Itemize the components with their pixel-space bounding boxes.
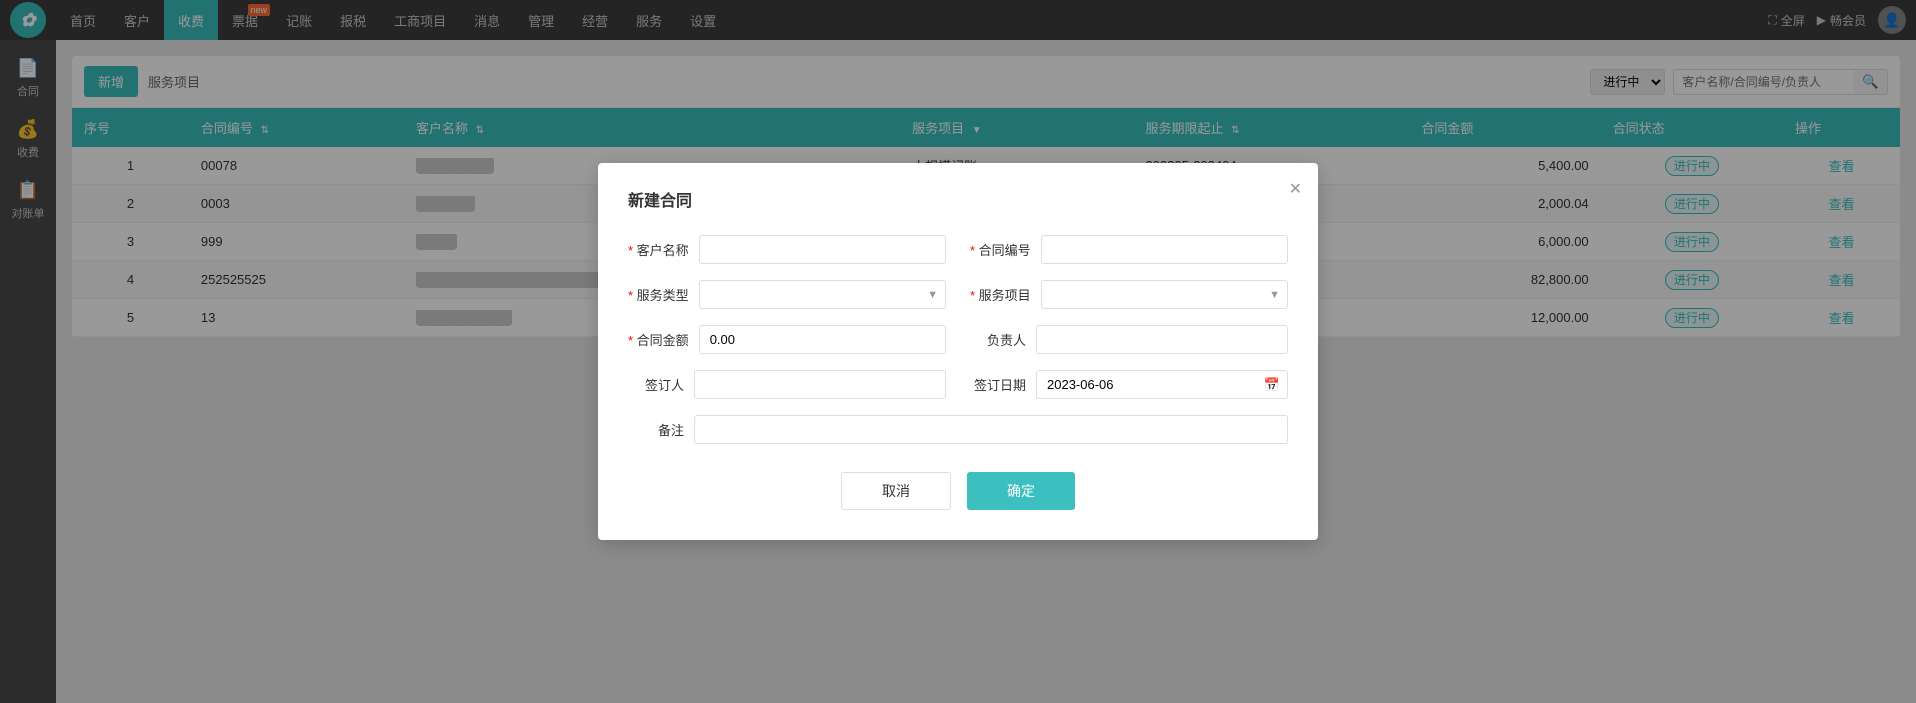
modal-footer: 取消 确定 (628, 472, 1288, 510)
label-responsible: 负责人 (970, 330, 1026, 349)
main-layout: 📄 合同 💰 收费 📋 对账单 新增 服务项目 进行中 已完成 已终止 (0, 40, 1916, 703)
input-remark[interactable] (694, 415, 1288, 444)
modal-title: 新建合同 (628, 187, 1288, 211)
form-grid: 客户名称 合同编号 服务类型 ▼ (628, 235, 1288, 444)
label-signer: 签订人 (628, 375, 684, 394)
label-contract-amount: 合同金额 (628, 330, 689, 349)
label-service-item: 服务项目 (970, 285, 1031, 304)
form-row-contract-no: 合同编号 (970, 235, 1288, 264)
form-row-service-type: 服务类型 ▼ (628, 280, 946, 309)
main-content: 新增 服务项目 进行中 已完成 已终止 🔍 (56, 40, 1916, 703)
input-responsible[interactable] (1036, 325, 1288, 354)
modal-overlay: 新建合同 ✕ 客户名称 合同编号 服务类型 (56, 40, 1916, 703)
form-row-amount: 合同金额 (628, 325, 946, 354)
service-type-wrapper: ▼ (699, 280, 946, 309)
input-customer-name[interactable] (699, 235, 946, 264)
label-remark: 备注 (628, 420, 684, 439)
new-contract-modal: 新建合同 ✕ 客户名称 合同编号 服务类型 (598, 163, 1318, 540)
label-service-type: 服务类型 (628, 285, 689, 304)
form-row-sign-date: 签订日期 📅 (970, 370, 1288, 399)
form-row-remark: 备注 (628, 415, 1288, 444)
form-row-responsible: 负责人 (970, 325, 1288, 354)
form-row-service-item: 服务项目 ▼ (970, 280, 1288, 309)
date-wrapper: 📅 (1036, 370, 1288, 399)
form-row-customer: 客户名称 (628, 235, 946, 264)
service-item-wrapper: ▼ (1041, 280, 1288, 309)
select-service-item[interactable] (1041, 280, 1288, 309)
input-sign-date[interactable] (1036, 370, 1288, 399)
input-signer[interactable] (694, 370, 946, 399)
label-sign-date: 签订日期 (970, 375, 1026, 394)
cancel-button[interactable]: 取消 (841, 472, 951, 510)
form-row-signer: 签订人 (628, 370, 946, 399)
confirm-button[interactable]: 确定 (967, 472, 1075, 510)
label-customer-name: 客户名称 (628, 240, 689, 259)
select-service-type[interactable] (699, 280, 946, 309)
label-contract-no: 合同编号 (970, 240, 1031, 259)
input-contract-amount[interactable] (699, 325, 946, 354)
input-contract-no[interactable] (1041, 235, 1288, 264)
modal-close-button[interactable]: ✕ (1289, 179, 1302, 199)
